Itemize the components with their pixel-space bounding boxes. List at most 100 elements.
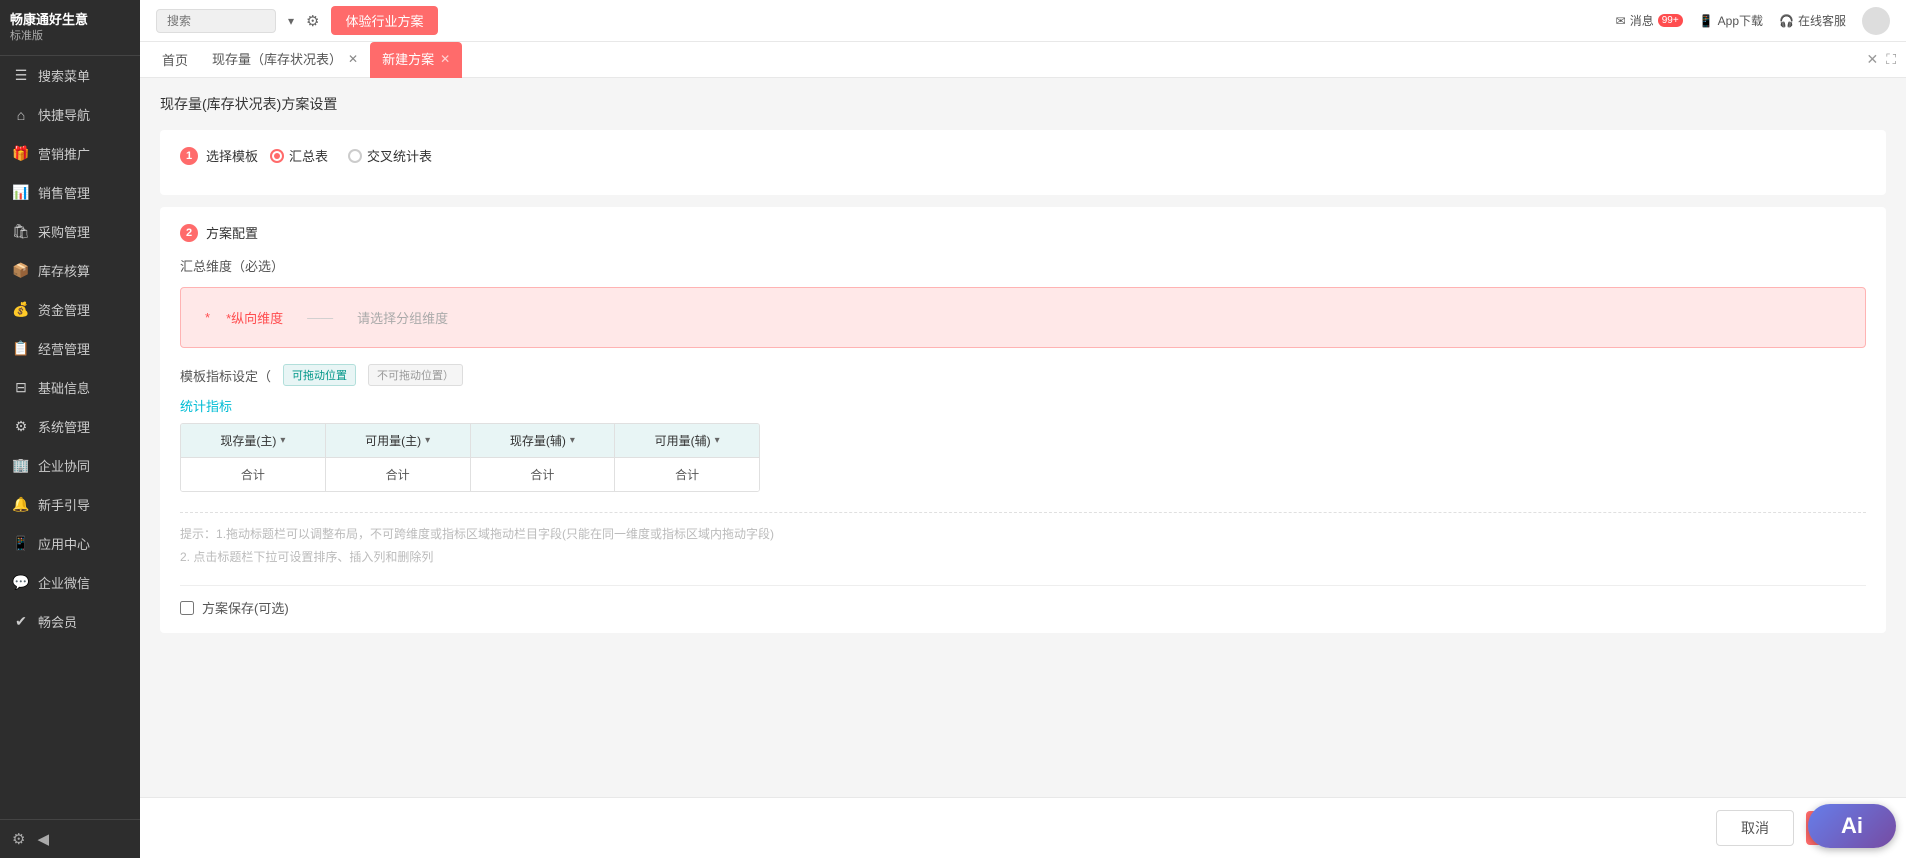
stats-table: 现存量(主) ▾ 可用量(主) ▾ 现存量(辅) ▾ 可用量(辅) ▾ — [180, 423, 760, 492]
avatar[interactable] — [1862, 7, 1890, 35]
enterprise-icon: 🏢 — [12, 457, 30, 474]
stats-col-4[interactable]: 可用量(辅) ▾ — [615, 424, 759, 457]
vertical-dim-label: *纵向维度 — [226, 308, 283, 327]
col4-chevron: ▾ — [715, 435, 720, 446]
radio-cross[interactable]: 交叉统计表 — [348, 146, 432, 165]
topbar: ▾ ⚙ 体验行业方案 ✉ 消息 99+ 📱 App下载 🎧 在线客服 — [140, 0, 1906, 42]
stats-cell-2: 合计 — [326, 458, 471, 491]
sidebar-item-operations[interactable]: 📋 经营管理 — [0, 329, 140, 368]
stats-col-1[interactable]: 现存量(主) ▾ — [181, 424, 326, 457]
required-star: * — [205, 310, 210, 325]
app-download-btn[interactable]: 📱 App下载 — [1699, 12, 1763, 29]
sidebar-item-marketing[interactable]: 🎁 营销推广 — [0, 134, 140, 173]
sidebar-item-basic-info[interactable]: ⊟ 基础信息 — [0, 368, 140, 407]
main-area: ▾ ⚙ 体验行业方案 ✉ 消息 99+ 📱 App下载 🎧 在线客服 首页 — [140, 0, 1906, 858]
search-input[interactable] — [156, 9, 276, 33]
template-radio-group: 汇总表 交叉统计表 — [270, 146, 432, 165]
message-icon: ✉ — [1616, 14, 1626, 28]
col3-chevron: ▾ — [570, 435, 575, 446]
basic-info-icon: ⊟ — [12, 379, 30, 396]
sidebar-item-purchase[interactable]: 🛍 采购管理 — [0, 212, 140, 251]
topbar-dropdown[interactable]: ▾ — [288, 14, 294, 28]
non-draggable-badge: 不可拖动位置） — [368, 364, 463, 386]
tip-1: 提示：1.拖动标题栏可以调整布局，不可跨维度或指标区域拖动栏目字段(只能在同一维… — [180, 525, 1866, 542]
inventory-icon: 📦 — [12, 262, 30, 279]
sidebar-item-inventory[interactable]: 📦 库存核算 — [0, 251, 140, 290]
tab-expand-icon[interactable]: ⛶ — [1886, 51, 1896, 68]
finance-icon: 💰 — [12, 301, 30, 318]
col1-chevron: ▾ — [280, 435, 285, 446]
step2-number: 2 — [180, 224, 198, 242]
bottom-bar: 取消 查询 — [140, 797, 1906, 858]
sidebar-item-sales[interactable]: 📊 销售管理 — [0, 173, 140, 212]
sound-icon[interactable]: ◀ — [37, 830, 49, 848]
tab-inventory[interactable]: 现存量（库存状况表） ✕ — [200, 42, 370, 78]
customer-service-btn[interactable]: 🎧 在线客服 — [1779, 12, 1846, 29]
sales-icon: 📊 — [12, 184, 30, 201]
sidebar-item-search-menu[interactable]: ☰ 搜索菜单 — [0, 56, 140, 95]
settings-icon[interactable]: ⚙ — [12, 830, 25, 848]
step2-header: 2 方案配置 — [180, 223, 1866, 242]
radio-summary[interactable]: 汇总表 — [270, 146, 328, 165]
message-btn[interactable]: ✉ 消息 99+ — [1616, 12, 1683, 29]
dimension-row[interactable]: * *纵向维度 —— 请选择分组维度 — [180, 287, 1866, 348]
tip-2: 2. 点击标题栏下拉可设置排序、插入列和删除列 — [180, 548, 1866, 565]
cancel-button[interactable]: 取消 — [1716, 810, 1794, 846]
draggable-badge: 可拖动位置 — [283, 364, 356, 386]
system-icon: ⚙ — [12, 418, 30, 435]
app-logo: 畅康通好生意 标准版 — [0, 0, 140, 56]
stats-table-header: 现存量(主) ▾ 可用量(主) ▾ 现存量(辅) ▾ 可用量(辅) ▾ — [181, 424, 759, 457]
radio-cross-circle — [348, 149, 362, 163]
stats-table-body: 合计 合计 合计 合计 — [181, 457, 759, 491]
industry-btn[interactable]: 体验行业方案 — [331, 6, 437, 35]
stats-col-3[interactable]: 现存量(辅) ▾ — [471, 424, 616, 457]
tab-new-scheme-close[interactable]: ✕ — [440, 52, 450, 66]
tabs-bar: 首页 现存量（库存状况表） ✕ 新建方案 ✕ ✕ ⛶ — [140, 42, 1906, 78]
radio-summary-circle — [270, 149, 284, 163]
sidebar-bottom: ⚙ ◀ — [0, 819, 140, 858]
save-row: 方案保存(可选) — [180, 585, 1866, 617]
step1-header: 1 选择模板 汇总表 交叉统计表 — [180, 146, 1866, 165]
sidebar-item-finance[interactable]: 💰 资金管理 — [0, 290, 140, 329]
page-title: 现存量(库存状况表)方案设置 — [160, 94, 1886, 114]
mobile-icon: 📱 — [1699, 14, 1714, 28]
stats-cell-3: 合计 — [471, 458, 616, 491]
save-scheme-checkbox[interactable] — [180, 601, 194, 615]
summary-dim-label: 汇总维度（必选） — [180, 256, 1866, 275]
topbar-gear-icon[interactable]: ⚙ — [306, 12, 319, 30]
ai-badge[interactable]: Ai — [1808, 804, 1896, 848]
step2-section: 2 方案配置 汇总维度（必选） * *纵向维度 —— 请选择分组维度 模板指标设… — [160, 207, 1886, 633]
wechat-icon: 💬 — [12, 574, 30, 591]
tab-new-scheme[interactable]: 新建方案 ✕ — [370, 42, 462, 78]
step1-number: 1 — [180, 147, 198, 165]
topbar-right: ✉ 消息 99+ 📱 App下载 🎧 在线客服 — [1616, 7, 1890, 35]
sidebar-item-quick-nav[interactable]: ⌂ 快捷导航 — [0, 95, 140, 134]
indicator-config-row: 模板指标设定（ 可拖动位置 不可拖动位置） — [180, 364, 1866, 386]
sidebar-item-member[interactable]: ✔ 畅会员 — [0, 602, 140, 641]
sidebar: 畅康通好生意 标准版 ☰ 搜索菜单 ⌂ 快捷导航 🎁 营销推广 📊 销售管理 🛍… — [0, 0, 140, 858]
stats-col-2[interactable]: 可用量(主) ▾ — [326, 424, 471, 457]
member-icon: ✔ — [12, 613, 30, 630]
stats-cell-4: 合计 — [615, 458, 759, 491]
save-scheme-label: 方案保存(可选) — [202, 598, 289, 617]
sidebar-item-wechat[interactable]: 💬 企业微信 — [0, 563, 140, 602]
tab-close-icon[interactable]: ✕ — [1866, 51, 1878, 68]
sidebar-item-new-guide[interactable]: 🔔 新手引导 — [0, 485, 140, 524]
sidebar-item-app-center[interactable]: 📱 应用中心 — [0, 524, 140, 563]
purchase-icon: 🛍 — [12, 223, 30, 240]
tab-inventory-close[interactable]: ✕ — [348, 52, 358, 66]
col2-chevron: ▾ — [425, 435, 430, 446]
gift-icon: 🎁 — [12, 145, 30, 162]
dim-placeholder: 请选择分组维度 — [357, 308, 448, 327]
step1-section: 1 选择模板 汇总表 交叉统计表 — [160, 130, 1886, 195]
sidebar-item-enterprise[interactable]: 🏢 企业协同 — [0, 446, 140, 485]
tab-home[interactable]: 首页 — [150, 42, 200, 78]
stats-cell-1: 合计 — [181, 458, 326, 491]
content-area: 现存量(库存状况表)方案设置 1 选择模板 汇总表 交叉统计表 — [140, 78, 1906, 797]
indicator-config-label: 模板指标设定（ — [180, 366, 271, 385]
tips-section: 提示：1.拖动标题栏可以调整布局，不可跨维度或指标区域拖动栏目字段(只能在同一维… — [180, 512, 1866, 565]
stats-title: 统计指标 — [180, 396, 1866, 415]
sidebar-item-system[interactable]: ⚙ 系统管理 — [0, 407, 140, 446]
search-menu-icon: ☰ — [12, 67, 30, 84]
new-guide-icon: 🔔 — [12, 496, 30, 513]
